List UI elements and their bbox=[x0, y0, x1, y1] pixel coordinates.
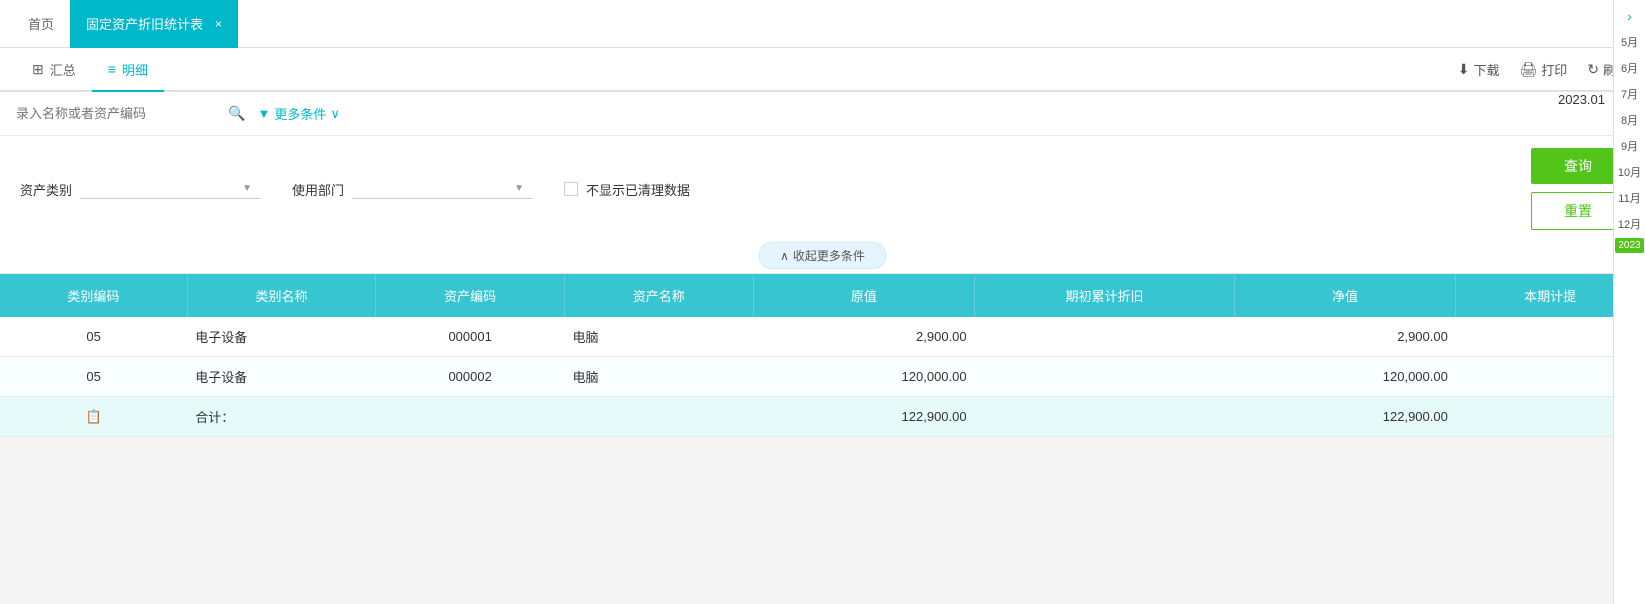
print-button[interactable]: 🖨 打印 bbox=[1519, 60, 1567, 79]
hide-cleared-checkbox[interactable] bbox=[564, 182, 578, 196]
tab-detail-label: 明细 bbox=[122, 60, 148, 79]
sub-tabs: ⊞ 汇总 ≡ 明细 ⬇ 下载 🖨 打印 ↻ 刷新 bbox=[0, 48, 1645, 92]
cell-original-value: 120,000.00 bbox=[753, 357, 975, 397]
content-area: ⊞ 汇总 ≡ 明细 ⬇ 下载 🖨 打印 ↻ 刷新 bbox=[0, 48, 1645, 604]
cell-category-code: 05 bbox=[0, 317, 187, 357]
table-row[interactable]: 05 电子设备 000001 电脑 2,900.00 2,900.00 bbox=[0, 317, 1645, 357]
table-header-row: 类别编码 类别名称 资产编码 资产名称 原值 期初累计折旧 净值 本期计提 bbox=[0, 274, 1645, 317]
nav-tab[interactable]: 固定资产折旧统计表 × bbox=[70, 0, 238, 48]
filter-more-label: 更多条件 bbox=[274, 104, 326, 123]
print-label: 打印 bbox=[1541, 60, 1567, 79]
filter-chevron-icon: ∨ bbox=[330, 106, 340, 122]
cell-asset-code: 000001 bbox=[376, 317, 565, 357]
sidebar-month-5[interactable]: 5月 bbox=[1619, 30, 1640, 54]
sidebar-month-6[interactable]: 6月 bbox=[1619, 56, 1640, 80]
collapse-button[interactable]: ∧ 收起更多条件 bbox=[759, 242, 886, 269]
col-accumulated-depreciation: 期初累计折旧 bbox=[975, 274, 1235, 317]
collapse-button-area: ∧ 收起更多条件 bbox=[20, 242, 1625, 269]
department-select[interactable]: ▼ bbox=[352, 179, 532, 199]
cell-accumulated-depreciation bbox=[975, 357, 1235, 397]
tab-detail[interactable]: ≡ 明细 bbox=[92, 48, 164, 92]
sidebar-month-9[interactable]: 9月 bbox=[1619, 134, 1640, 158]
download-button[interactable]: ⬇ 下载 bbox=[1458, 60, 1500, 79]
top-nav: 首页 固定资产折旧统计表 × × bbox=[0, 0, 1645, 48]
collapse-label: 收起更多条件 bbox=[793, 247, 865, 264]
download-icon: ⬇ bbox=[1458, 61, 1470, 78]
main-content: ⊞ 汇总 ≡ 明细 ⬇ 下载 🖨 打印 ↻ 刷新 bbox=[0, 48, 1645, 604]
filter-more-button[interactable]: ▼ 更多条件 ∨ bbox=[257, 104, 339, 123]
table-row[interactable]: 05 电子设备 000002 电脑 120,000.00 120,000.00 bbox=[0, 357, 1645, 397]
asset-category-chevron-icon: ▼ bbox=[242, 183, 252, 194]
cell-original-value: 2,900.00 bbox=[753, 317, 975, 357]
total-icon: 📋 bbox=[86, 409, 102, 424]
nav-tab-close[interactable]: × bbox=[215, 17, 222, 31]
department-label: 使用部门 bbox=[292, 180, 344, 199]
right-sidebar: › 5月 6月 7月 8月 9月 10月 11月 12月 2023 bbox=[1613, 0, 1645, 604]
data-table: 类别编码 类别名称 资产编码 资产名称 原值 期初累计折旧 净值 本期计提 05… bbox=[0, 274, 1645, 437]
col-asset-name: 资产名称 bbox=[564, 274, 753, 317]
col-category-code: 类别编码 bbox=[0, 274, 187, 317]
detail-icon: ≡ bbox=[108, 61, 116, 77]
download-label: 下载 bbox=[1473, 60, 1499, 79]
reset-button[interactable]: 重置 bbox=[1531, 192, 1625, 230]
total-original-value: 122,900.00 bbox=[753, 397, 975, 437]
cell-net-value: 2,900.00 bbox=[1234, 317, 1456, 357]
hide-cleared-label: 不显示已清理数据 bbox=[586, 180, 690, 199]
refresh-icon: ↻ bbox=[1587, 61, 1599, 78]
cell-category-name: 电子设备 bbox=[187, 357, 376, 397]
print-icon: 🖨 bbox=[1519, 61, 1537, 78]
cell-accumulated-depreciation bbox=[975, 317, 1235, 357]
total-accumulated-depreciation bbox=[975, 397, 1235, 437]
department-filter: 使用部门 ▼ bbox=[292, 179, 532, 199]
date-indicator: 2023.01 bbox=[1558, 92, 1605, 107]
cell-asset-name: 电脑 bbox=[564, 317, 753, 357]
cell-category-code: 05 bbox=[0, 357, 187, 397]
col-category-name: 类别名称 bbox=[187, 274, 376, 317]
search-bar: 🔍 ▼ 更多条件 ∨ bbox=[0, 92, 1645, 136]
col-net-value: 净值 bbox=[1234, 274, 1456, 317]
asset-category-label: 资产类别 bbox=[20, 180, 72, 199]
summary-icon: ⊞ bbox=[32, 61, 44, 78]
sidebar-month-7[interactable]: 7月 bbox=[1619, 82, 1640, 106]
sidebar-year[interactable]: 2023 bbox=[1615, 238, 1643, 253]
col-original-value: 原值 bbox=[753, 274, 975, 317]
cell-asset-name: 电脑 bbox=[564, 357, 753, 397]
cell-net-value: 120,000.00 bbox=[1234, 357, 1456, 397]
asset-category-select[interactable]: ▼ bbox=[80, 179, 260, 199]
total-net-value: 122,900.00 bbox=[1234, 397, 1456, 437]
total-row: 📋 合计： 122,900.00 122,900.00 bbox=[0, 397, 1645, 437]
table-wrap: 类别编码 类别名称 资产编码 资产名称 原值 期初累计折旧 净值 本期计提 05… bbox=[0, 274, 1645, 437]
total-icon-cell: 📋 bbox=[0, 397, 187, 437]
col-asset-code: 资产编码 bbox=[376, 274, 565, 317]
tab-summary-label: 汇总 bbox=[50, 60, 76, 79]
nav-home[interactable]: 首页 bbox=[12, 14, 70, 33]
department-chevron-icon: ▼ bbox=[514, 183, 524, 194]
tab-summary[interactable]: ⊞ 汇总 bbox=[16, 48, 92, 92]
collapse-chevron-icon: ∧ bbox=[780, 249, 789, 263]
sidebar-expand-icon[interactable]: › bbox=[1627, 8, 1632, 24]
asset-category-filter: 资产类别 ▼ bbox=[20, 179, 260, 199]
nav-tab-label: 固定资产折旧统计表 bbox=[86, 14, 203, 33]
sidebar-month-12[interactable]: 12月 bbox=[1616, 212, 1643, 236]
filter-icon: ▼ bbox=[257, 106, 270, 121]
sidebar-month-10[interactable]: 10月 bbox=[1616, 160, 1643, 184]
hide-cleared-filter[interactable]: 不显示已清理数据 bbox=[564, 180, 690, 199]
filter-row: 资产类别 ▼ 使用部门 ▼ 不显示已清理数 bbox=[20, 148, 1625, 230]
query-button[interactable]: 查询 bbox=[1531, 148, 1625, 184]
search-input[interactable] bbox=[16, 106, 216, 121]
cell-asset-code: 000002 bbox=[376, 357, 565, 397]
search-icon: 🔍 bbox=[228, 105, 245, 122]
cell-category-name: 电子设备 bbox=[187, 317, 376, 357]
total-label: 合计： bbox=[187, 397, 753, 437]
sidebar-month-11[interactable]: 11月 bbox=[1616, 186, 1642, 210]
sidebar-month-8[interactable]: 8月 bbox=[1619, 108, 1640, 132]
